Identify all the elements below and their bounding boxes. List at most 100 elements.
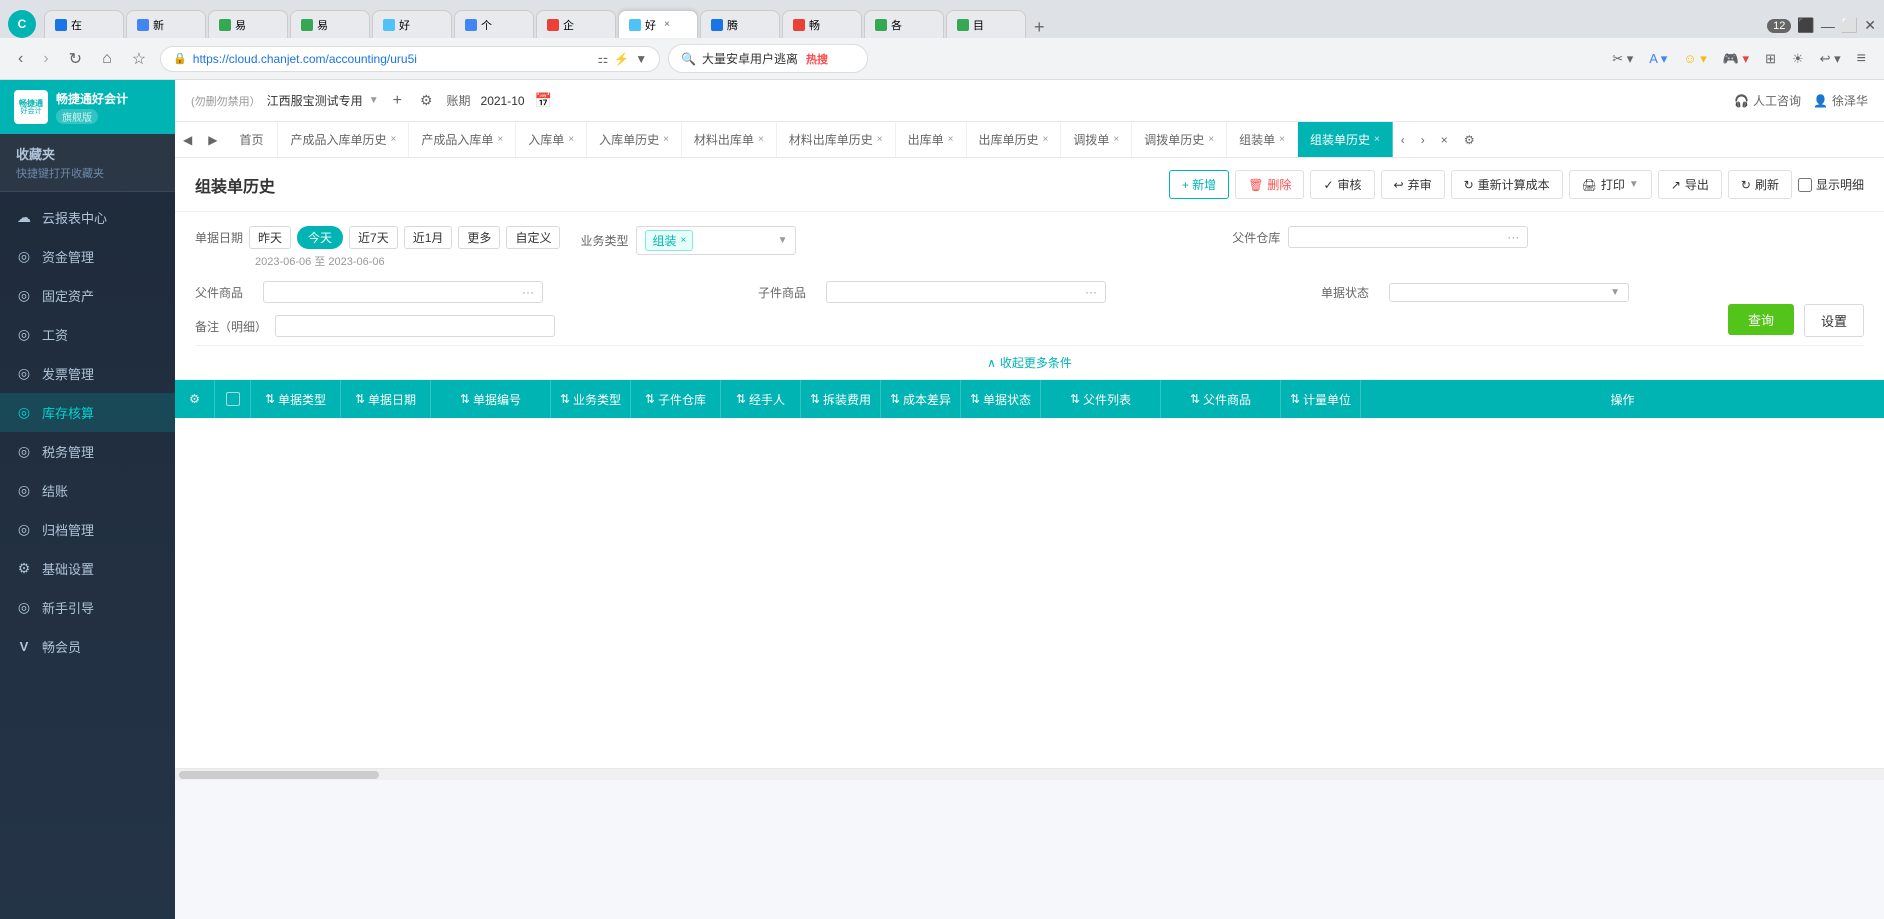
page-tab-transfer[interactable]: 调拨单 ×: [1061, 122, 1132, 158]
browser-tab[interactable]: 易: [290, 10, 370, 38]
grid-tool[interactable]: ⊞: [1759, 47, 1782, 71]
tab-close[interactable]: ×: [948, 134, 954, 145]
th-unit[interactable]: ⇅ 计量单位: [1281, 380, 1361, 418]
tab-close[interactable]: ×: [877, 134, 883, 145]
tab-close[interactable]: ×: [1113, 134, 1119, 145]
th-parent-list[interactable]: ⇅ 父件列表: [1041, 380, 1161, 418]
browser-tab[interactable]: 新: [126, 10, 206, 38]
dropdown-icon[interactable]: ▼: [635, 52, 647, 66]
sidebar-item-archive[interactable]: ◎ 归档管理: [0, 510, 175, 549]
browser-tab[interactable]: 腾: [700, 10, 780, 38]
tag-close-icon[interactable]: ×: [680, 235, 686, 246]
browser-tab[interactable]: 畅: [782, 10, 862, 38]
tab-settings[interactable]: ⚙: [1456, 122, 1483, 158]
th-biz-type[interactable]: ⇅ 业务类型: [551, 380, 631, 418]
th-doc-date[interactable]: ⇅ 单据日期: [341, 380, 431, 418]
close-window-button[interactable]: ✕: [1864, 17, 1876, 34]
company-selector[interactable]: (勿删勿禁用） 江西服宝测试专用 ▼: [191, 92, 379, 109]
recalc-button[interactable]: ↻ 重新计算成本: [1451, 170, 1563, 199]
company-dropdown-icon[interactable]: ▼: [369, 95, 379, 106]
abandon-button[interactable]: ↩ 弃审: [1381, 170, 1445, 199]
add-company-button[interactable]: +: [389, 92, 406, 110]
scissors-tool[interactable]: ✂ ▾: [1606, 47, 1639, 71]
sidebar-item-invoice[interactable]: ◎ 发票管理: [0, 354, 175, 393]
browser-tab[interactable]: 好: [372, 10, 452, 38]
page-tab-transfer-history[interactable]: 调拨单历史 ×: [1132, 122, 1227, 158]
tab-close-active[interactable]: ×: [1374, 134, 1380, 145]
status-select[interactable]: ▼: [1389, 283, 1629, 302]
th-cost-diff[interactable]: ⇅ 成本差异: [881, 380, 961, 418]
translate-tool[interactable]: A ▾: [1643, 47, 1673, 71]
tab-close-icon[interactable]: ×: [664, 19, 670, 30]
favorites-sub[interactable]: 快捷键打开收藏夹: [16, 165, 159, 181]
emoji-tool[interactable]: ☺ ▾: [1677, 47, 1712, 71]
sidebar-item-payroll[interactable]: ◎ 工资: [0, 315, 175, 354]
th-disassembly-fee[interactable]: ⇅ 拆装费用: [801, 380, 881, 418]
undo-tool[interactable]: ↩ ▾: [1814, 47, 1847, 71]
nav-back[interactable]: ‹: [12, 46, 29, 72]
page-tab-assembly-history-1[interactable]: 产成品入库单历史 ×: [278, 122, 409, 158]
tab-close[interactable]: ×: [568, 134, 574, 145]
settings-query-button[interactable]: 设置: [1804, 304, 1864, 337]
tab-close[interactable]: ×: [391, 134, 397, 145]
date-today[interactable]: 今天: [297, 226, 343, 249]
page-tab-material-out-history[interactable]: 材料出库单历史 ×: [777, 122, 896, 158]
calendar-icon[interactable]: 📅: [535, 92, 552, 109]
page-tab-assembly-history-active[interactable]: 组装单历史 ×: [1298, 122, 1393, 158]
user-menu[interactable]: 👤 徐泽华: [1813, 92, 1868, 109]
sidebar-item-member[interactable]: V 畅会员: [0, 627, 175, 666]
page-tab-outbound-history[interactable]: 出库单历史 ×: [967, 122, 1062, 158]
page-tab-material-out[interactable]: 材料出库单 ×: [682, 122, 777, 158]
tab-close[interactable]: ×: [497, 134, 503, 145]
parent-goods-input[interactable]: ···: [263, 281, 543, 303]
sidebar-item-cloud-report[interactable]: ☁ 云报表中心: [0, 198, 175, 237]
tab-expand-right[interactable]: ›: [1413, 122, 1433, 158]
sidebar-item-tax[interactable]: ◎ 税务管理: [0, 432, 175, 471]
export-button[interactable]: ↗ 导出: [1658, 170, 1722, 199]
game-tool[interactable]: 🎮 ▾: [1717, 47, 1755, 71]
date-more[interactable]: 更多: [458, 226, 500, 249]
date-7days[interactable]: 近7天: [349, 226, 398, 249]
page-tab-outbound[interactable]: 出库单 ×: [896, 122, 967, 158]
tab-close[interactable]: ×: [1043, 134, 1049, 145]
browser-tab[interactable]: 各: [864, 10, 944, 38]
browser-tab[interactable]: 个: [454, 10, 534, 38]
browser-tab[interactable]: 企: [536, 10, 616, 38]
sidebar-item-basic-settings[interactable]: ⚙ 基础设置: [0, 549, 175, 588]
nav-home[interactable]: ⌂: [96, 46, 118, 72]
th-child-warehouse[interactable]: ⇅ 子件仓库: [631, 380, 721, 418]
sidebar-item-fund[interactable]: ◎ 资金管理: [0, 237, 175, 276]
sidebar-item-fixed-assets[interactable]: ◎ 固定资产: [0, 276, 175, 315]
brightness-tool[interactable]: ☀: [1786, 47, 1810, 71]
tab-close[interactable]: ×: [1208, 134, 1214, 145]
header-checkbox[interactable]: [226, 392, 240, 406]
show-detail-toggle[interactable]: 显示明细: [1798, 176, 1864, 193]
audit-button[interactable]: ✓ 审核: [1310, 170, 1374, 199]
delete-button[interactable]: 🗑 删除: [1235, 170, 1304, 199]
service-link[interactable]: 🎧 人工咨询: [1734, 92, 1801, 109]
page-tab-assembly-1[interactable]: 产成品入库单 ×: [409, 122, 516, 158]
tab-nav-left[interactable]: ◀: [175, 122, 200, 158]
th-doc-status[interactable]: ⇅ 单据状态: [961, 380, 1041, 418]
browser-tab[interactable]: 目: [946, 10, 1026, 38]
th-checkbox[interactable]: [215, 380, 251, 418]
tab-close[interactable]: ×: [663, 134, 669, 145]
show-detail-checkbox[interactable]: [1798, 178, 1812, 192]
address-bar[interactable]: 🔒 https://cloud.chanjet.com/accounting/u…: [160, 46, 660, 72]
new-button[interactable]: + 新增: [1169, 170, 1229, 199]
nav-bookmark[interactable]: ☆: [126, 45, 152, 73]
parent-goods-dots[interactable]: ···: [522, 285, 534, 299]
warehouse-input[interactable]: ···: [1288, 226, 1528, 248]
tab-nav-right[interactable]: ▶: [200, 122, 225, 158]
horizontal-scrollbar[interactable]: [175, 768, 1884, 780]
collapse-button[interactable]: ∧ 收起更多条件: [195, 345, 1864, 379]
refresh-button[interactable]: ↻ 刷新: [1728, 170, 1792, 199]
sidebar-item-settle[interactable]: ◎ 结账: [0, 471, 175, 510]
page-tab-assembly[interactable]: 组装单 ×: [1227, 122, 1298, 158]
tab-expand-left[interactable]: ‹: [1393, 122, 1413, 158]
child-goods-input[interactable]: ···: [826, 281, 1106, 303]
settings-button[interactable]: ⚙: [416, 92, 437, 109]
tab-close-all[interactable]: ×: [1433, 122, 1456, 158]
date-custom[interactable]: 自定义: [506, 226, 560, 249]
date-1month[interactable]: 近1月: [404, 226, 453, 249]
